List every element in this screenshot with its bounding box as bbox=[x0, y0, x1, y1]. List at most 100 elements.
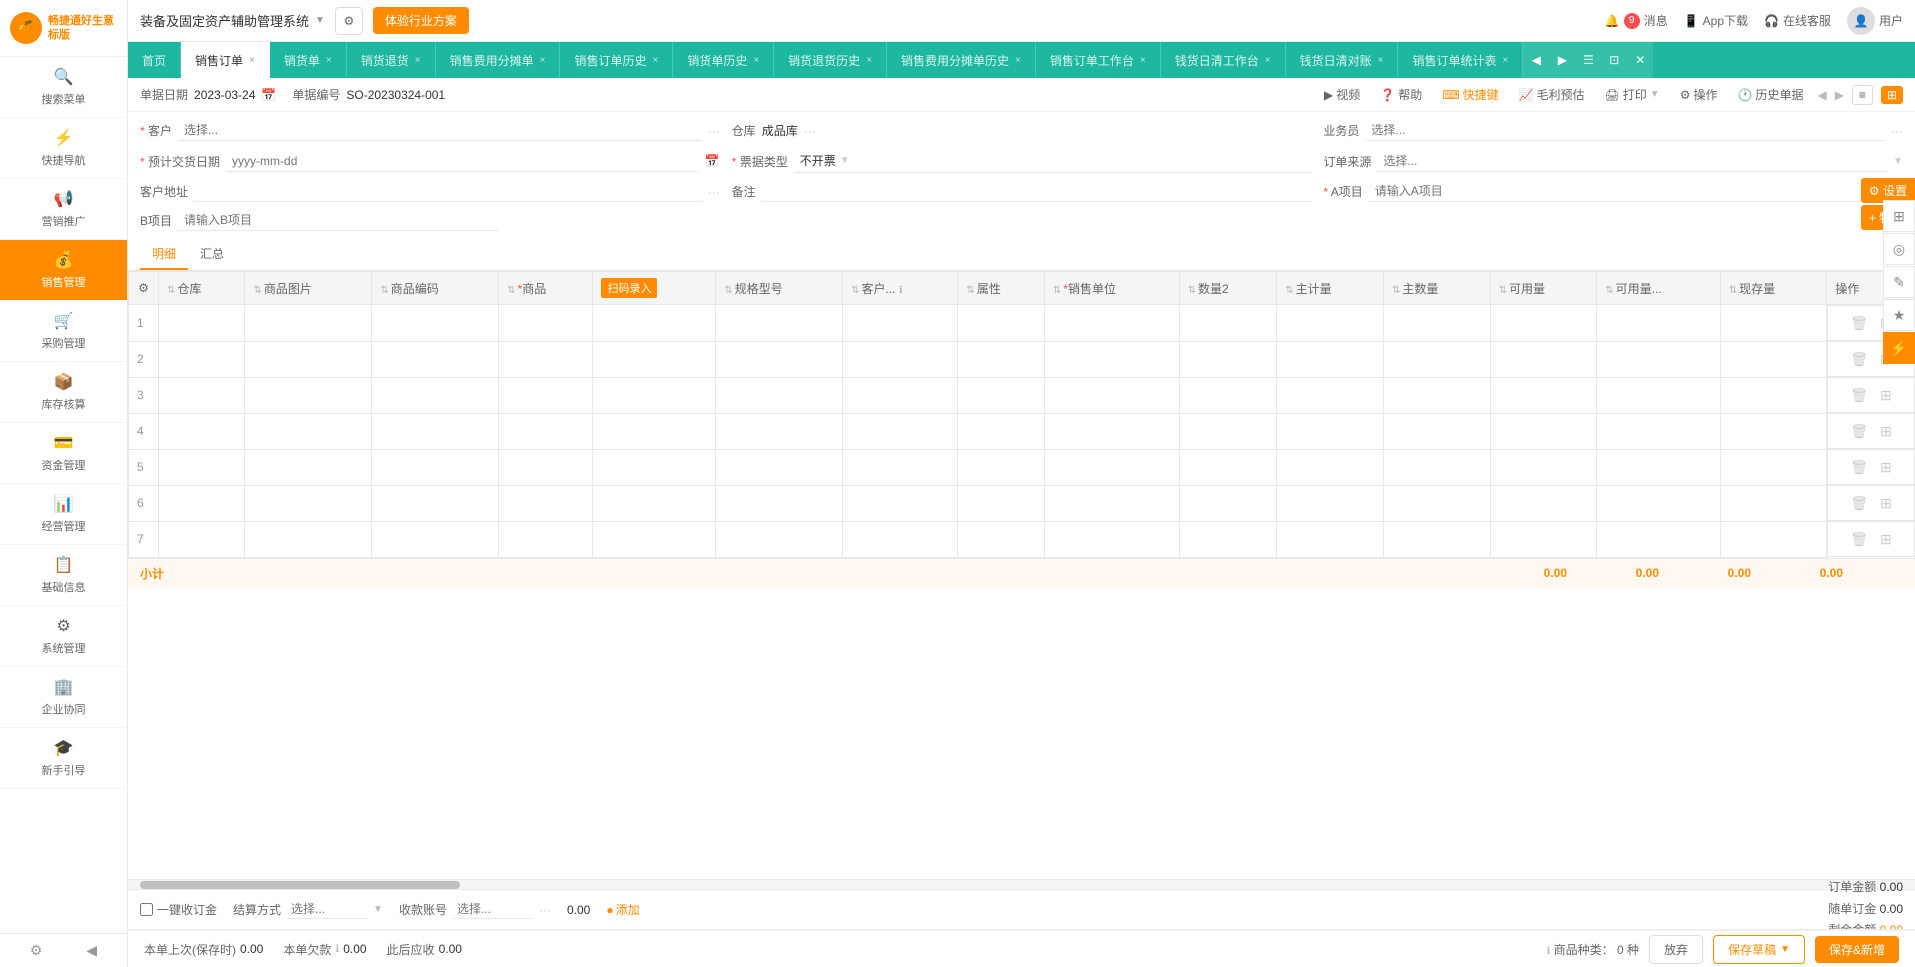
row-delete-button[interactable]: 🗑 bbox=[1846, 313, 1872, 334]
bank-dots-icon[interactable]: ··· bbox=[539, 903, 551, 917]
solution-button[interactable]: 体验行业方案 bbox=[373, 7, 469, 34]
sidebar-item-inventory[interactable]: 📦 库存核算 bbox=[0, 362, 127, 423]
row-delete-button[interactable]: 🗑 bbox=[1846, 349, 1872, 370]
row-delete-button[interactable]: 🗑 bbox=[1846, 493, 1872, 514]
profit-button[interactable]: 📈 毛利预估 bbox=[1513, 84, 1591, 105]
rf-circle-button[interactable]: ◎ bbox=[1883, 233, 1915, 265]
tab-cash-reconcile[interactable]: 钱货日清对账 × bbox=[1286, 42, 1399, 78]
current-debt-info-icon[interactable]: ℹ bbox=[335, 944, 339, 955]
tab-cash-workbench[interactable]: 钱货日清工作台 × bbox=[1161, 42, 1286, 78]
add-payment-button[interactable]: ● 添加 bbox=[606, 901, 639, 918]
col-header-gear[interactable]: ⚙ bbox=[129, 272, 159, 305]
save-draft-arrow-icon[interactable]: ▼ bbox=[1780, 944, 1790, 955]
tab-detail[interactable]: 明细 bbox=[140, 239, 188, 270]
tab-close-sales-invoice[interactable]: × bbox=[326, 55, 332, 66]
warehouse-dots-icon[interactable]: ··· bbox=[804, 124, 816, 138]
operation-button[interactable]: ⚙ 操作 bbox=[1674, 84, 1724, 105]
sidebar-item-marketing[interactable]: 📢 营销推广 bbox=[0, 179, 127, 240]
tab-sales-workbench[interactable]: 销售订单工作台 × bbox=[1036, 42, 1161, 78]
tab-prev-button[interactable]: ◀ bbox=[1523, 42, 1549, 78]
address-input[interactable] bbox=[194, 181, 702, 202]
tab-close-cash-workbench[interactable]: × bbox=[1265, 55, 1271, 66]
shortcut-button[interactable]: ⌨ 快捷键 bbox=[1436, 84, 1504, 105]
bank-account-input[interactable] bbox=[453, 900, 533, 919]
discard-button[interactable]: 放弃 bbox=[1649, 935, 1703, 964]
tab-close-sales-order-history[interactable]: × bbox=[652, 55, 658, 66]
view-video-button[interactable]: ▶ 视频 bbox=[1318, 84, 1366, 105]
list-view-button[interactable]: ≡ bbox=[1852, 85, 1873, 105]
delivery-date-input[interactable] bbox=[226, 151, 699, 172]
order-source-input[interactable] bbox=[1377, 151, 1887, 172]
delivery-calendar-icon[interactable]: 📅 bbox=[705, 154, 720, 168]
scan-input-button[interactable]: 扫码录入 bbox=[601, 278, 657, 298]
row-delete-button[interactable]: 🗑 bbox=[1846, 385, 1872, 406]
sidebar-item-operations[interactable]: 📊 经营管理 bbox=[0, 484, 127, 545]
salesperson-dots-icon[interactable]: ··· bbox=[1891, 124, 1903, 138]
sidebar-collapse-btn[interactable]: ◀ bbox=[86, 942, 97, 959]
row-delete-button[interactable]: 🗑 bbox=[1846, 529, 1872, 550]
b-project-input[interactable] bbox=[178, 210, 498, 231]
save-new-button[interactable]: 保存&新增 bbox=[1815, 936, 1899, 963]
row-copy-button[interactable]: ⊞ bbox=[1876, 457, 1896, 478]
nav-next-icon[interactable]: ▶ bbox=[1835, 88, 1844, 102]
tab-close-sales-expense[interactable]: × bbox=[540, 55, 546, 66]
invoice-type-select[interactable]: 不开票 ▼ bbox=[794, 149, 1312, 173]
tab-close-sales-order[interactable]: × bbox=[249, 55, 255, 66]
tab-summary[interactable]: 汇总 bbox=[188, 239, 236, 270]
row-copy-button[interactable]: ⊞ bbox=[1876, 385, 1896, 406]
sidebar-item-search[interactable]: 🔍 搜索菜单 bbox=[0, 57, 127, 118]
tab-close-return-history[interactable]: × bbox=[866, 55, 872, 66]
sidebar-settings-btn[interactable]: ⚙ bbox=[30, 942, 43, 959]
tab-menu-button[interactable]: ☰ bbox=[1575, 42, 1601, 78]
one-click-deposit-check[interactable] bbox=[140, 903, 153, 916]
salesperson-input[interactable] bbox=[1365, 120, 1885, 141]
tab-sales-invoice[interactable]: 销货单 × bbox=[270, 42, 347, 78]
rf-edit-button[interactable]: ✎ bbox=[1883, 266, 1915, 298]
tab-close-sales-stats[interactable]: × bbox=[1502, 55, 1508, 66]
payment-method-input[interactable] bbox=[287, 900, 367, 919]
row-copy-button[interactable]: ⊞ bbox=[1876, 529, 1896, 550]
card-view-button[interactable]: ⊞ bbox=[1881, 86, 1903, 104]
tab-sales-expense[interactable]: 销售费用分摊单 × bbox=[436, 42, 561, 78]
tab-close-sales-workbench[interactable]: × bbox=[1140, 55, 1146, 66]
tab-sales-order[interactable]: 销售订单 × bbox=[181, 42, 270, 78]
sidebar-item-finance[interactable]: 💳 资金管理 bbox=[0, 423, 127, 484]
tab-return-history[interactable]: 销货退货历史 × bbox=[774, 42, 887, 78]
tab-close-all-button[interactable]: ✕ bbox=[1627, 42, 1653, 78]
tab-next-button[interactable]: ▶ bbox=[1549, 42, 1575, 78]
online-service-button[interactable]: 🎧 在线客服 bbox=[1764, 12, 1831, 29]
user-menu-button[interactable]: 👤 用户 bbox=[1847, 7, 1903, 35]
tab-sales-order-history[interactable]: 销售订单历史 × bbox=[560, 42, 673, 78]
row-delete-button[interactable]: 🗑 bbox=[1846, 457, 1872, 478]
sidebar-item-quicknav[interactable]: ⚡ 快捷导航 bbox=[0, 118, 127, 179]
customer-input[interactable] bbox=[178, 120, 702, 141]
tab-invoice-history[interactable]: 销货单历史 × bbox=[673, 42, 774, 78]
tab-close-cash-reconcile[interactable]: × bbox=[1378, 55, 1384, 66]
remarks-input[interactable] bbox=[762, 181, 1312, 202]
rf-flash-button[interactable]: ⚡ bbox=[1883, 332, 1915, 364]
sidebar-item-basic[interactable]: 📋 基础信息 bbox=[0, 545, 127, 606]
nav-prev-icon[interactable]: ◀ bbox=[1817, 88, 1826, 102]
customer-dots-icon[interactable]: ··· bbox=[708, 124, 720, 138]
sidebar-item-purchase[interactable]: 🛒 采购管理 bbox=[0, 301, 127, 362]
rf-grid-button[interactable]: ⊞ bbox=[1883, 200, 1915, 232]
tab-sales-return[interactable]: 销货退货 × bbox=[347, 42, 436, 78]
date-value[interactable]: 2023-03-24 bbox=[194, 88, 255, 102]
payment-arrow-icon[interactable]: ▼ bbox=[373, 904, 383, 915]
a-project-input[interactable] bbox=[1369, 181, 1903, 202]
sidebar-item-guide[interactable]: 🎓 新手引导 bbox=[0, 728, 127, 789]
rf-star-button[interactable]: ★ bbox=[1883, 299, 1915, 331]
tab-close-expense-history[interactable]: × bbox=[1015, 55, 1021, 66]
one-click-deposit-checkbox[interactable]: 一键收订金 bbox=[140, 901, 217, 918]
notifications-button[interactable]: 🔔 9 消息 bbox=[1605, 12, 1668, 29]
row-copy-button[interactable]: ⊞ bbox=[1876, 421, 1896, 442]
tab-close-invoice-history[interactable]: × bbox=[753, 55, 759, 66]
scroll-bar[interactable] bbox=[140, 881, 460, 889]
sidebar-item-sales[interactable]: 💰 销售管理 bbox=[0, 240, 127, 301]
tab-home[interactable]: 首页 bbox=[128, 42, 181, 78]
address-dots-icon[interactable]: ··· bbox=[708, 185, 720, 199]
row-delete-button[interactable]: 🗑 bbox=[1846, 421, 1872, 442]
save-draft-button[interactable]: 保存草稿 ▼ bbox=[1713, 935, 1805, 964]
app-download-button[interactable]: 📱 App下载 bbox=[1684, 12, 1748, 29]
calendar-icon[interactable]: 📅 bbox=[261, 88, 276, 102]
